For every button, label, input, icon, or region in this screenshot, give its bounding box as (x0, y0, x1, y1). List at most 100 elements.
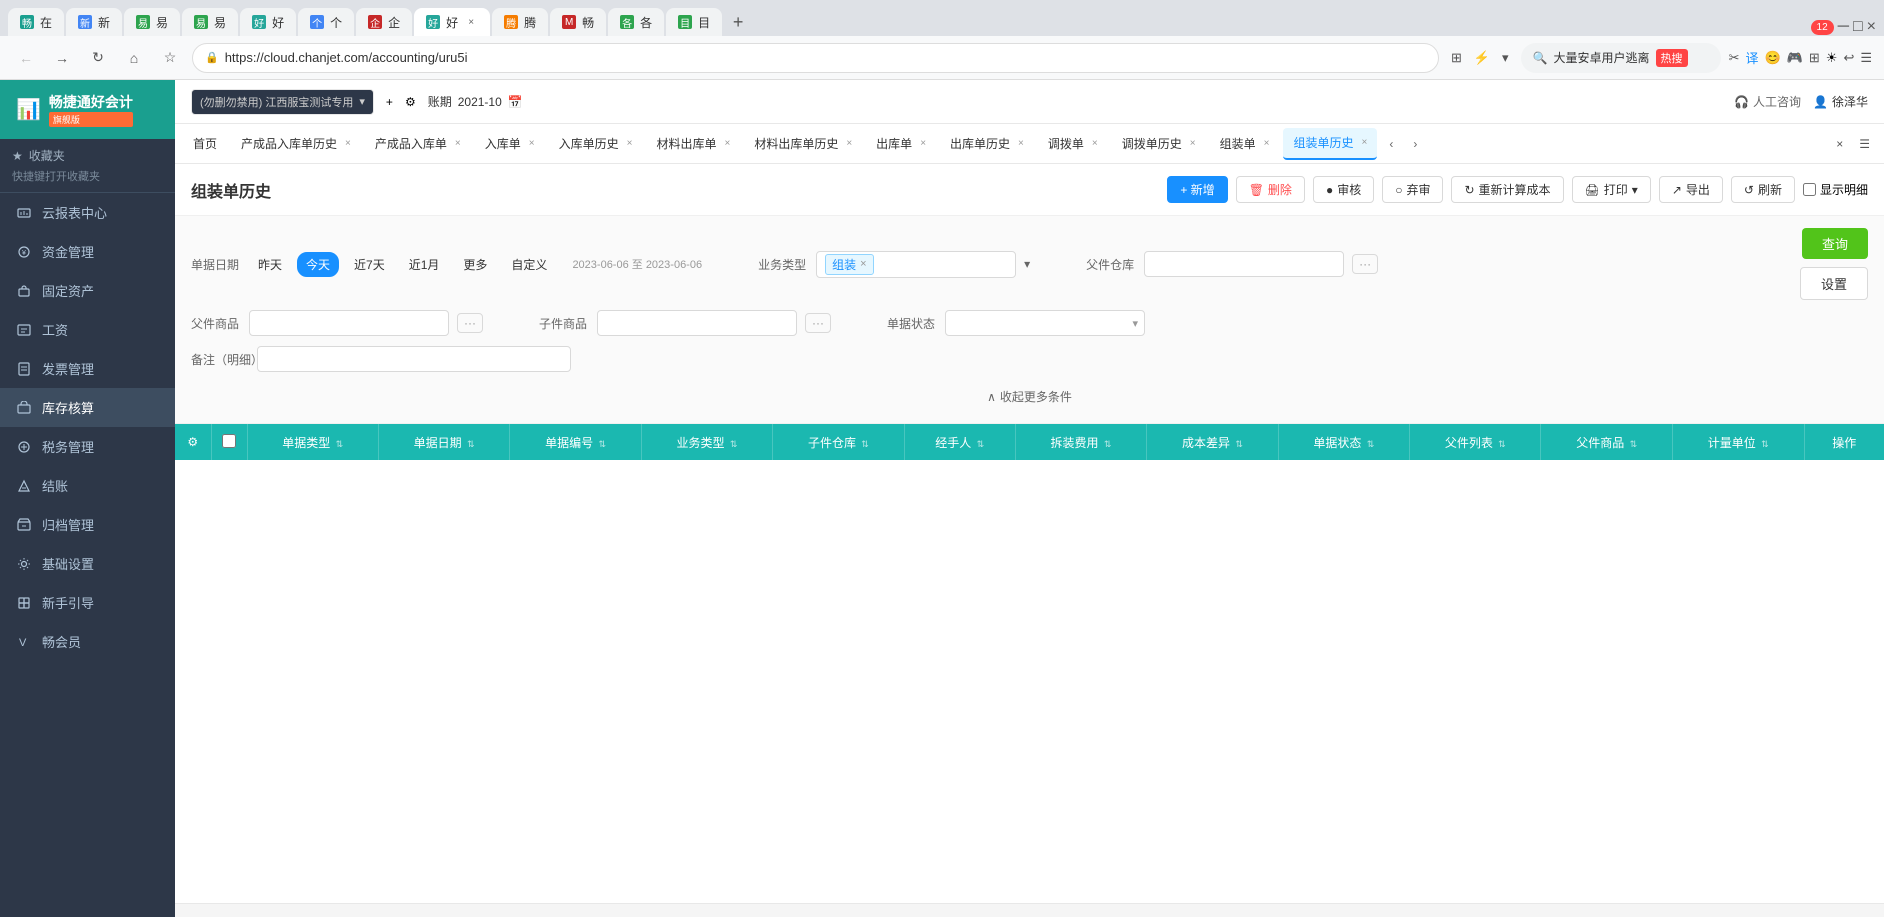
tab-out-history-close[interactable]: × (1018, 138, 1024, 149)
show-detail-checkbox[interactable] (1803, 183, 1816, 196)
sidebar-item-invoice[interactable]: 发票管理 (0, 349, 175, 388)
parent-warehouse-input[interactable] (1144, 251, 1344, 277)
sidebar-item-tax[interactable]: 税务管理 (0, 427, 175, 466)
close-all-button[interactable]: × (1830, 135, 1849, 153)
tab-mat-out-close[interactable]: × (724, 138, 730, 149)
tab-prod-in-history[interactable]: 产成品入库单历史 × (231, 128, 361, 160)
minimize-button[interactable]: ─ (1838, 18, 1849, 36)
tab-mat-out[interactable]: 材料出库单 × (646, 128, 740, 160)
tab-out-order[interactable]: 出库单 × (866, 128, 936, 160)
nav-arrow-right[interactable]: › (1405, 128, 1425, 160)
biz-type-dropdown-icon[interactable]: ▾ (1024, 257, 1030, 271)
tab-in-order[interactable]: 入库单 × (475, 128, 545, 160)
sidebar-item-payroll[interactable]: 工资 (0, 310, 175, 349)
biz-type-input[interactable]: 组装 × (816, 251, 1016, 278)
date-btn-more[interactable]: 更多 (454, 252, 496, 277)
col-number[interactable]: 单据编号 ⇅ (510, 424, 641, 460)
sidebar-item-inventory[interactable]: 库存核算 (0, 388, 175, 427)
favorites-subtitle[interactable]: 快捷键打开收藏夹 (12, 168, 163, 184)
new-button[interactable]: + 新增 (1167, 176, 1227, 203)
translate-button[interactable]: 译 (1745, 48, 1758, 67)
service-button[interactable]: 🎧 人工咨询 (1734, 93, 1801, 110)
tab-mat-out-history[interactable]: 材料出库单历史 × (744, 128, 862, 160)
col-child-warehouse[interactable]: 子件仓库 ⇅ (773, 424, 904, 460)
audit-button[interactable]: ● 审核 (1313, 176, 1374, 203)
more-tabs-button[interactable]: ☰ (1853, 135, 1876, 153)
maximize-button[interactable]: □ (1853, 18, 1863, 36)
select-all-checkbox[interactable] (222, 434, 236, 448)
col-unit[interactable]: 计量单位 ⇅ (1672, 424, 1804, 460)
grid-button[interactable]: ⊞ (1809, 50, 1820, 66)
browser-tab-11[interactable]: 各 各 (608, 8, 664, 36)
tab-transfer-history[interactable]: 调拨单历史 × (1112, 128, 1206, 160)
tab-assemble-history[interactable]: 组装单历史 × (1283, 128, 1377, 160)
col-biz-type[interactable]: 业务类型 ⇅ (641, 424, 772, 460)
refresh-data-button[interactable]: ↺ 刷新 (1731, 176, 1795, 203)
parent-warehouse-more[interactable]: ··· (1352, 254, 1378, 274)
col-disassemble-fee[interactable]: 拆装费用 ⇅ (1015, 424, 1146, 460)
tab-assemble[interactable]: 组装单 × (1210, 128, 1280, 160)
tab-in-order-close[interactable]: × (529, 138, 535, 149)
sidebar-item-guide[interactable]: 新手引导 (0, 583, 175, 622)
table-checkbox-col[interactable] (211, 424, 247, 460)
browser-tab-8[interactable]: 好 好 × (414, 8, 490, 36)
back-button[interactable]: ← (12, 44, 40, 72)
browser-tab-7[interactable]: 企 企 (356, 8, 412, 36)
print-button[interactable]: 🖨 打印 ▾ (1572, 176, 1651, 203)
dropdown-button[interactable]: ▾ (1498, 46, 1513, 70)
export-button[interactable]: ↗ 导出 (1659, 176, 1723, 203)
sidebar-item-settings[interactable]: 基础设置 (0, 544, 175, 583)
browser-tab-3[interactable]: 易 易 (124, 8, 180, 36)
scissors-button[interactable]: ✂ (1729, 50, 1740, 66)
browser-tab-4[interactable]: 易 易 (182, 8, 238, 36)
tab-prod-in-close[interactable]: × (455, 138, 461, 149)
delete-button[interactable]: 🗑 删除 (1236, 176, 1305, 203)
recalc-button[interactable]: ↻ 重新计算成本 (1451, 176, 1563, 203)
col-type[interactable]: 单据类型 ⇅ (247, 424, 378, 460)
parent-goods-more[interactable]: ··· (457, 313, 483, 333)
close-window-button[interactable]: × (1867, 18, 1876, 36)
sun-button[interactable]: ☀ (1826, 50, 1838, 66)
tab-assemble-history-close[interactable]: × (1361, 137, 1367, 148)
table-settings-col[interactable]: ⚙ (175, 424, 211, 460)
sidebar-item-fund[interactable]: ¥ 资金管理 (0, 232, 175, 271)
tab-prod-in-history-close[interactable]: × (345, 138, 351, 149)
date-btn-1month[interactable]: 近1月 (400, 252, 449, 277)
forward-button[interactable]: → (48, 44, 76, 72)
tab-count-badge[interactable]: 12 (1811, 20, 1834, 35)
sidebar-item-archive[interactable]: 归档管理 (0, 505, 175, 544)
company-selector[interactable]: (勿删勿禁用) 江西服宝测试专用 ▾ (191, 89, 374, 115)
lightning-button[interactable]: ⚡ (1470, 46, 1494, 70)
date-btn-today[interactable]: 今天 (297, 252, 339, 277)
sidebar-item-fixed-assets[interactable]: 固定资产 (0, 271, 175, 310)
browser-tab-5[interactable]: 好 好 (240, 8, 296, 36)
tab-home[interactable]: 首页 (183, 128, 227, 160)
sidebar-item-settlement[interactable]: 结账 (0, 466, 175, 505)
date-btn-yesterday[interactable]: 昨天 (249, 252, 291, 277)
browser-tab-6[interactable]: 个 个 (298, 8, 354, 36)
child-goods-more[interactable]: ··· (805, 313, 831, 333)
date-btn-custom[interactable]: 自定义 (502, 252, 556, 277)
undo-button[interactable]: ↩ (1843, 50, 1854, 66)
col-handler[interactable]: 经手人 ⇅ (904, 424, 1015, 460)
menu-button[interactable]: ☰ (1860, 50, 1872, 66)
tab-out-history[interactable]: 出库单历史 × (940, 128, 1034, 160)
tab-transfer[interactable]: 调拨单 × (1038, 128, 1108, 160)
tab-transfer-history-close[interactable]: × (1190, 138, 1196, 149)
bookmark-button[interactable]: ☆ (156, 44, 184, 72)
parent-goods-input[interactable] (249, 310, 449, 336)
tab-in-history[interactable]: 入库单历史 × (549, 128, 643, 160)
set-button[interactable]: 设置 (1800, 267, 1868, 300)
show-detail-checkbox-wrap[interactable]: 显示明细 (1803, 181, 1868, 198)
status-select[interactable]: ▾ (945, 310, 1145, 336)
browser-tab-9[interactable]: 腾 腾 (492, 8, 548, 36)
sidebar-item-vip[interactable]: V 畅会员 (0, 622, 175, 661)
browser-tab-10[interactable]: M 畅 (550, 8, 606, 36)
date-btn-7days[interactable]: 近7天 (345, 252, 394, 277)
tab-in-history-close[interactable]: × (627, 138, 633, 149)
collapse-button[interactable]: ∧ 收起更多条件 (987, 388, 1072, 405)
col-cost-diff[interactable]: 成本差异 ⇅ (1147, 424, 1278, 460)
tab-prod-in[interactable]: 产成品入库单 × (365, 128, 471, 160)
settings-gear-button[interactable]: ⚙ (405, 95, 416, 109)
biz-type-tag-remove[interactable]: × (860, 258, 866, 270)
